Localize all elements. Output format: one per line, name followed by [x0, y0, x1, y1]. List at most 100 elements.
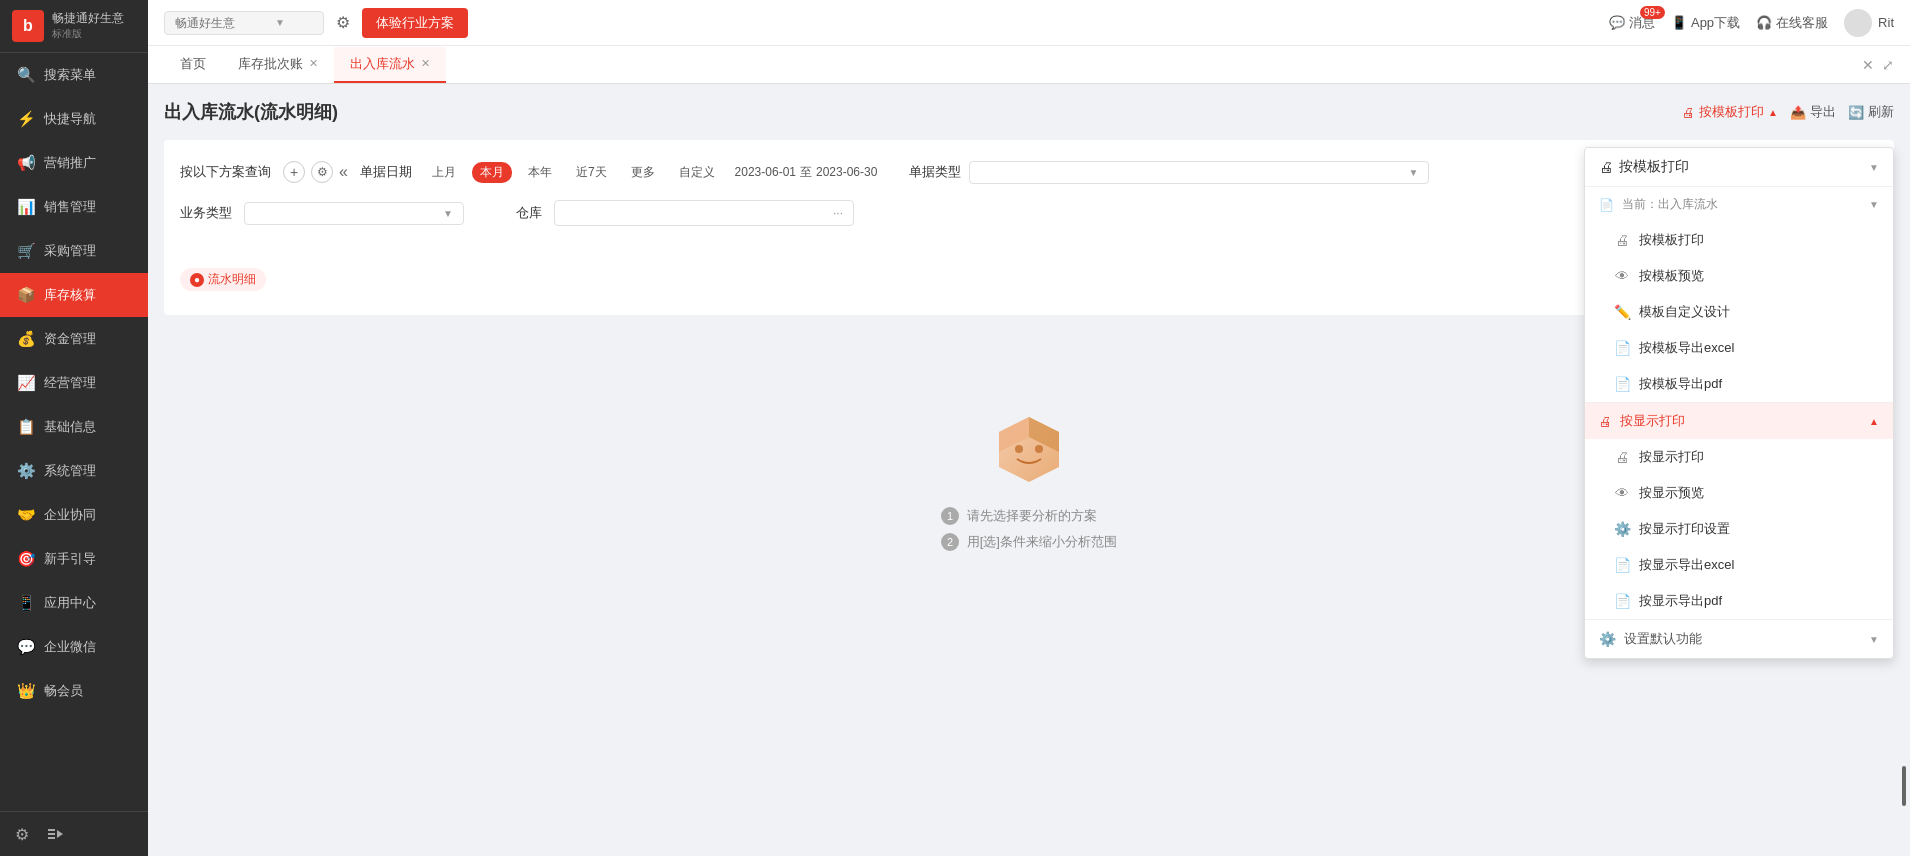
- business-type-select[interactable]: ▼: [244, 202, 464, 225]
- refresh-icon: 🔄: [1848, 105, 1864, 120]
- date-range-display: 2023-06-01 至 2023-06-30: [735, 164, 878, 181]
- tab-minimize-icon[interactable]: ✕: [1862, 57, 1874, 73]
- dp-template-excel-label: 按模板导出excel: [1639, 339, 1734, 357]
- sidebar-item-apps[interactable]: 📱 应用中心: [0, 581, 148, 625]
- service-icon: 🎧: [1756, 15, 1772, 30]
- svg-rect-1: [48, 833, 55, 835]
- date-btn-custom[interactable]: 自定义: [671, 162, 723, 183]
- sidebar-item-marketing[interactable]: 📢 营销推广: [0, 141, 148, 185]
- date-btn-more[interactable]: 更多: [623, 162, 663, 183]
- dropdown-template-print[interactable]: 🖨 按模板打印: [1585, 222, 1893, 258]
- sidebar-item-basic[interactable]: 📋 基础信息: [0, 405, 148, 449]
- warehouse-select[interactable]: ···: [554, 200, 854, 226]
- tab-maximize-icon[interactable]: ⤢: [1882, 57, 1894, 73]
- sidebar-item-wechat[interactable]: 💬 企业微信: [0, 625, 148, 669]
- online-service-label: 在线客服: [1776, 14, 1828, 32]
- dropdown-display-header[interactable]: 🖨 按显示打印 ▲: [1585, 403, 1893, 439]
- date-range-start: 2023-06-01: [735, 165, 796, 179]
- logo-icon: b: [12, 10, 44, 42]
- topbar: ▼ ⚙ 体验行业方案 💬 消息 99+ 📱 App下载 🎧 在线客服 Rit: [148, 0, 1910, 46]
- business-type-chevron: ▼: [443, 208, 453, 219]
- filter-tag-icon: ●: [190, 273, 204, 287]
- svg-rect-2: [48, 837, 55, 839]
- filter-collapse-button[interactable]: «: [339, 163, 348, 181]
- message-button[interactable]: 💬 消息 99+: [1609, 14, 1655, 32]
- basic-icon: 📋: [16, 417, 36, 437]
- date-btn-current-month[interactable]: 本月: [472, 162, 512, 183]
- tab-batch-label: 库存批次账: [238, 55, 303, 73]
- tab-batch-close[interactable]: ✕: [309, 57, 318, 70]
- dp-template-preview-label: 按模板预览: [1639, 267, 1704, 285]
- dp-display-pdf-icon: 📄: [1613, 593, 1631, 609]
- sidebar-item-guide[interactable]: 🎯 新手引导: [0, 537, 148, 581]
- dropdown-display-excel[interactable]: 📄 按显示导出excel: [1585, 547, 1893, 583]
- dp-template-print-label: 按模板打印: [1639, 231, 1704, 249]
- tab-flow-close[interactable]: ✕: [421, 57, 430, 70]
- topbar-search-box[interactable]: ▼: [164, 11, 324, 35]
- dropdown-template-preview[interactable]: 👁 按模板预览: [1585, 258, 1893, 294]
- sidebar-item-search[interactable]: 🔍 搜索菜单: [0, 53, 148, 97]
- current-template-chevron: ▼: [1869, 199, 1879, 210]
- sidebar-collapse-button[interactable]: [44, 822, 68, 846]
- sidebar-item-member[interactable]: 👑 畅会员: [0, 669, 148, 713]
- sidebar-item-operations[interactable]: 📈 经营管理: [0, 361, 148, 405]
- sidebar-label-inventory: 库存核算: [44, 286, 96, 304]
- dp-template-pdf-icon: 📄: [1613, 376, 1631, 392]
- filter-settings-button[interactable]: ⚙: [311, 161, 333, 183]
- sidebar-label-operations: 经营管理: [44, 374, 96, 392]
- refresh-button[interactable]: 🔄 刷新: [1848, 103, 1894, 121]
- industry-solution-button[interactable]: 体验行业方案: [362, 8, 468, 38]
- topbar-search-input[interactable]: [175, 16, 275, 30]
- dropdown-header: 🖨 按模板打印 ▼: [1585, 148, 1893, 187]
- dropdown-template-excel[interactable]: 📄 按模板导出excel: [1585, 330, 1893, 366]
- sidebar-item-inventory[interactable]: 📦 库存核算: [0, 273, 148, 317]
- date-btn-last-7[interactable]: 近7天: [568, 162, 615, 183]
- dp-template-preview-icon: 👁: [1613, 268, 1631, 284]
- refresh-label: 刷新: [1868, 103, 1894, 121]
- tab-home-label: 首页: [180, 55, 206, 73]
- message-badge: 99+: [1640, 6, 1665, 19]
- receipt-type-select[interactable]: ▼: [969, 161, 1429, 184]
- footer-settings-icon: ⚙️: [1599, 631, 1616, 647]
- sidebar-item-purchase[interactable]: 🛒 采购管理: [0, 229, 148, 273]
- sidebar-item-sales[interactable]: 📊 销售管理: [0, 185, 148, 229]
- member-icon: 👑: [16, 681, 36, 701]
- date-btn-last-month[interactable]: 上月: [424, 162, 464, 183]
- sidebar-label-system: 系统管理: [44, 462, 96, 480]
- dropdown-display-print[interactable]: 🖨 按显示打印: [1585, 439, 1893, 475]
- warehouse-more-icon[interactable]: ···: [833, 206, 843, 220]
- dropdown-template-custom[interactable]: ✏️ 模板自定义设计: [1585, 294, 1893, 330]
- dropdown-current: 📄 当前：出入库流水 ▼: [1585, 187, 1893, 222]
- sidebar-item-finance[interactable]: 💰 资金管理: [0, 317, 148, 361]
- sidebar-settings-button[interactable]: ⚙: [10, 822, 34, 846]
- sidebar-label-basic: 基础信息: [44, 418, 96, 436]
- app-name: 畅捷通好生意: [52, 11, 124, 27]
- dropdown-header-chevron[interactable]: ▼: [1869, 162, 1879, 173]
- dropdown-display-settings[interactable]: ⚙️ 按显示打印设置: [1585, 511, 1893, 547]
- topbar-gear-icon[interactable]: ⚙: [336, 13, 350, 32]
- sidebar-item-quick-nav[interactable]: ⚡ 快捷导航: [0, 97, 148, 141]
- app-download-button[interactable]: 📱 App下载: [1671, 14, 1740, 32]
- date-btn-current-year[interactable]: 本年: [520, 162, 560, 183]
- sidebar-item-collab[interactable]: 🤝 企业协同: [0, 493, 148, 537]
- svg-point-7: [1035, 445, 1043, 453]
- export-button[interactable]: 📤 导出: [1790, 103, 1836, 121]
- dropdown-footer[interactable]: ⚙️ 设置默认功能 ▼: [1585, 619, 1893, 658]
- sales-icon: 📊: [16, 197, 36, 217]
- filter-add-button[interactable]: +: [283, 161, 305, 183]
- main-content: ▼ ⚙ 体验行业方案 💬 消息 99+ 📱 App下载 🎧 在线客服 Rit: [148, 0, 1910, 856]
- sidebar-item-system[interactable]: ⚙️ 系统管理: [0, 449, 148, 493]
- date-range-sep: 至: [800, 164, 812, 181]
- tab-home[interactable]: 首页: [164, 47, 222, 83]
- dropdown-display-preview[interactable]: 👁 按显示预览: [1585, 475, 1893, 511]
- dropdown-template-pdf[interactable]: 📄 按模板导出pdf: [1585, 366, 1893, 402]
- sidebar-label-sales: 销售管理: [44, 198, 96, 216]
- user-menu[interactable]: Rit: [1844, 9, 1894, 37]
- online-service-button[interactable]: 🎧 在线客服: [1756, 14, 1828, 32]
- filter-label: 按以下方案查询: [180, 163, 271, 181]
- dropdown-display-pdf[interactable]: 📄 按显示导出pdf: [1585, 583, 1893, 619]
- tab-batch[interactable]: 库存批次账 ✕: [222, 47, 334, 83]
- topbar-chevron-icon[interactable]: ▼: [275, 17, 285, 28]
- tab-flow[interactable]: 出入库流水 ✕: [334, 47, 446, 83]
- print-template-button[interactable]: 🖨 按模板打印 ▲: [1682, 103, 1778, 121]
